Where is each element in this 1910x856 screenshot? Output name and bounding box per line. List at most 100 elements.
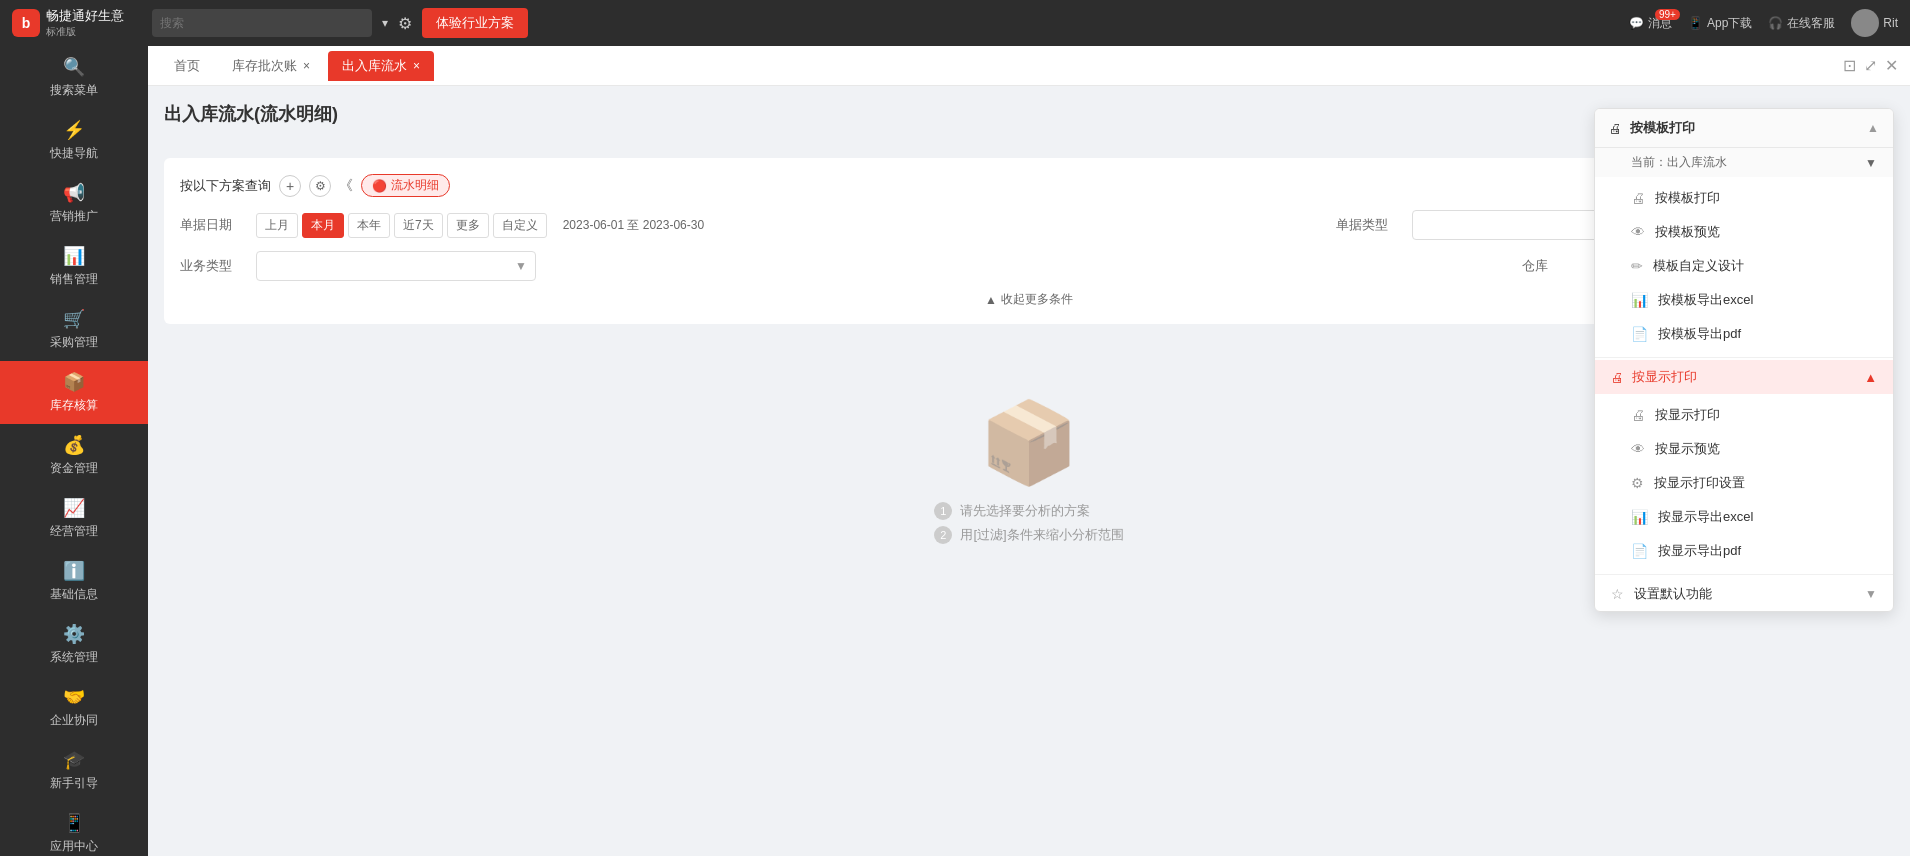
tab-home-label: 首页 [174,57,200,75]
template-preview-item[interactable]: 👁 按模板预览 [1595,215,1893,249]
search-menu-icon: 🔍 [63,56,85,78]
warehouse-field-label: 仓库 [1522,257,1582,275]
display-section-icon: 🖨 [1611,370,1624,385]
biz-type-select[interactable]: ▼ [256,251,536,281]
print-template-section: 🖨 按模板打印 👁 按模板预览 ✏ 模板自定义设计 📊 按模板导出excel [1595,177,1893,355]
print-panel: 🖨 按模板打印 ▲ 当前：出入库流水 ▼ 🖨 按模板打印 [1594,108,1894,612]
template-export-pdf-item[interactable]: 📄 按模板导出pdf [1595,317,1893,351]
sidebar-item-quick-nav[interactable]: ⚡ 快捷导航 [0,109,148,172]
filter-tag[interactable]: 🔴 流水明细 [361,174,450,197]
tab-batch-account-label: 库存批次账 [232,57,297,75]
sidebar-item-sales[interactable]: 📊 销售管理 [0,235,148,298]
message-item[interactable]: 💬 消息 99+ [1629,15,1672,32]
date-range-display: 2023-06-01 至 2023-06-30 [563,217,704,234]
sidebar-item-label: 快捷导航 [50,145,98,162]
date-btn-this-year[interactable]: 本年 [348,213,390,238]
sidebar-item-purchase[interactable]: 🛒 采购管理 [0,298,148,361]
operations-icon: 📈 [63,497,85,519]
date-btn-this-month[interactable]: 本月 [302,213,344,238]
main-area: 首页 库存批次账 × 出入库流水 × ⊡ ⤢ ✕ 出入库流水(流水明细) [148,46,1910,856]
tab-restore-icon[interactable]: ⊡ [1843,56,1856,75]
doc-type-field-label: 单据类型 [1336,216,1396,234]
trial-button[interactable]: 体验行业方案 [422,8,528,38]
step-num-2: 2 [934,526,952,544]
date-btn-last-month[interactable]: 上月 [256,213,298,238]
sidebar-item-cooperation[interactable]: 🤝 企业协同 [0,676,148,739]
filter-settings-button[interactable]: ⚙ [309,175,331,197]
date-btn-more[interactable]: 更多 [447,213,489,238]
headset-icon: 🎧 [1768,16,1783,30]
set-default-item[interactable]: ☆ 设置默认功能 ▼ [1595,577,1893,611]
tab-close-all-icon[interactable]: ✕ [1885,56,1898,75]
marketing-icon: 📢 [63,182,85,204]
display-print-label: 按显示打印 [1655,406,1720,424]
customer-service-item[interactable]: 🎧 在线客服 [1768,15,1835,32]
display-print-settings-item[interactable]: ⚙ 按显示打印设置 [1595,466,1893,500]
tab-batch-account-close[interactable]: × [303,59,310,73]
search-input[interactable] [152,9,372,37]
sidebar-item-marketing[interactable]: 📢 营销推广 [0,172,148,235]
template-print-item[interactable]: 🖨 按模板打印 [1595,181,1893,215]
sidebar-item-basic-info[interactable]: ℹ️ 基础信息 [0,550,148,613]
sidebar-item-label: 系统管理 [50,649,98,666]
sidebar-item-label: 经营管理 [50,523,98,540]
tab-inout-flow-close[interactable]: × [413,59,420,73]
display-print-item[interactable]: 🖨 按显示打印 [1595,398,1893,432]
user-area[interactable]: Rit [1851,9,1898,37]
tab-inout-flow[interactable]: 出入库流水 × [328,51,434,81]
filter-collapse-icon[interactable]: 《 [339,177,353,195]
display-excel-icon: 📊 [1631,509,1648,525]
layout: 🔍 搜索菜单 ⚡ 快捷导航 📢 营销推广 📊 销售管理 🛒 采购管理 📦 库存核… [0,46,1910,856]
template-print-icon: 🖨 [1631,190,1645,206]
quick-nav-icon: ⚡ [63,119,85,141]
sidebar-item-guide[interactable]: 🎓 新手引导 [0,739,148,802]
print-panel-current-arrow: ▼ [1865,156,1877,170]
template-custom-item[interactable]: ✏ 模板自定义设计 [1595,249,1893,283]
sidebar-item-system[interactable]: ⚙️ 系统管理 [0,613,148,676]
filter-add-button[interactable]: + [279,175,301,197]
sidebar-item-search[interactable]: 🔍 搜索菜单 [0,46,148,109]
display-print-icon: 🖨 [1631,407,1645,423]
template-pdf-icon: 📄 [1631,326,1648,342]
display-settings-icon: ⚙ [1631,475,1644,491]
collapse-button[interactable]: ▲ 收起更多条件 [985,291,1073,308]
display-section-label: 按显示打印 [1632,368,1697,386]
display-section-header[interactable]: 🖨 按显示打印 ▲ [1595,360,1893,394]
tab-batch-account[interactable]: 库存批次账 × [218,51,324,81]
date-btn-last-7[interactable]: 近7天 [394,213,443,238]
empty-step-1-label: 请先选择要分析的方案 [960,502,1090,520]
purchase-icon: 🛒 [63,308,85,330]
template-print-label: 按模板打印 [1655,189,1720,207]
template-export-pdf-label: 按模板导出pdf [1658,325,1741,343]
display-export-excel-item[interactable]: 📊 按显示导出excel [1595,500,1893,534]
logo-icon: b [12,9,40,37]
user-name: Rit [1883,16,1898,30]
print-panel-divider-1 [1595,357,1893,358]
sidebar-item-label: 销售管理 [50,271,98,288]
sidebar-item-label: 搜索菜单 [50,82,98,99]
display-preview-item[interactable]: 👁 按显示预览 [1595,432,1893,466]
print-panel-current: 当前：出入库流水 ▼ [1595,148,1893,177]
print-panel-close-icon[interactable]: ▲ [1867,121,1879,135]
header-search-area [152,9,372,37]
template-export-excel-item[interactable]: 📊 按模板导出excel [1595,283,1893,317]
print-panel-divider-2 [1595,574,1893,575]
page-title: 出入库流水(流水明细) [164,102,338,126]
sidebar-item-finance[interactable]: 💰 资金管理 [0,424,148,487]
date-field-label: 单据日期 [180,216,240,234]
header-dropdown-icon[interactable]: ▾ [382,16,388,30]
finance-icon: 💰 [63,434,85,456]
tab-home[interactable]: 首页 [160,51,214,81]
tab-expand-icon[interactable]: ⤢ [1864,56,1877,75]
sidebar-item-label: 营销推广 [50,208,98,225]
tab-bar: 首页 库存批次账 × 出入库流水 × ⊡ ⤢ ✕ [148,46,1910,86]
header-gear-icon[interactable]: ⚙ [398,14,412,33]
date-btn-custom[interactable]: 自定义 [493,213,547,238]
sidebar-item-inventory[interactable]: 📦 库存核算 [0,361,148,424]
sidebar-item-operations[interactable]: 📈 经营管理 [0,487,148,550]
empty-step-2-label: 用[过滤]条件来缩小分析范围 [960,526,1123,544]
system-icon: ⚙️ [63,623,85,645]
app-download-item[interactable]: 📱 App下载 [1688,15,1752,32]
sidebar-item-app-center[interactable]: 📱 应用中心 [0,802,148,856]
display-export-pdf-item[interactable]: 📄 按显示导出pdf [1595,534,1893,568]
